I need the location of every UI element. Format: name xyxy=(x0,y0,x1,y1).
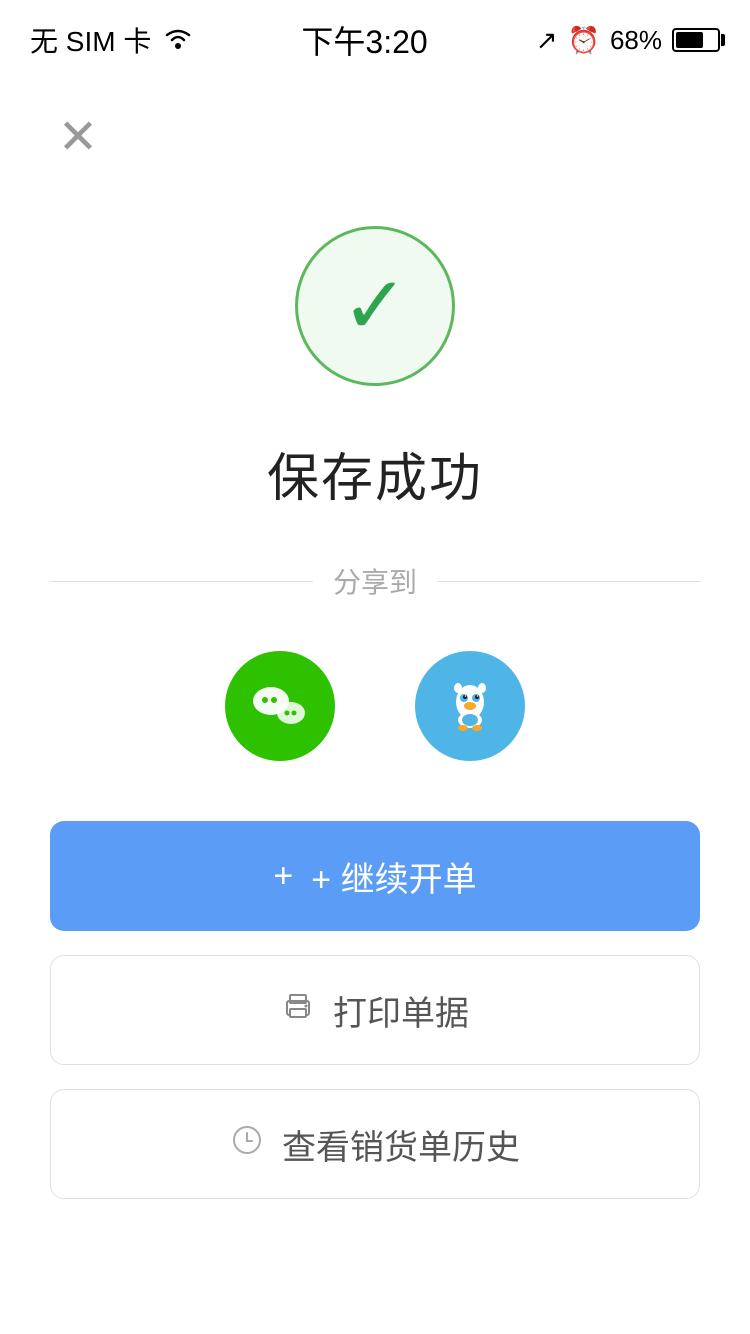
action-buttons: + + 继续开单 打印单据 查看销货单历史 xyxy=(50,821,700,1199)
print-button[interactable]: 打印单据 xyxy=(50,955,700,1065)
plus-icon: + xyxy=(273,857,293,896)
history-label: 查看销货单历史 xyxy=(282,1120,520,1169)
divider-right xyxy=(437,581,700,582)
close-icon: ✕ xyxy=(58,114,98,162)
wechat-icon xyxy=(247,673,313,739)
print-label: 打印单据 xyxy=(333,986,469,1035)
share-section: 分享到 xyxy=(50,561,700,761)
share-icons xyxy=(50,651,700,761)
close-button[interactable]: ✕ xyxy=(50,110,106,166)
qq-share-button[interactable] xyxy=(415,651,525,761)
history-button[interactable]: 查看销货单历史 xyxy=(50,1089,700,1199)
status-bar: 无 SIM 卡 下午3:20 ↗ ⏰ 68% xyxy=(0,0,750,80)
no-sim-label: 无 SIM 卡 xyxy=(30,20,151,60)
continue-order-label: + 继续开单 xyxy=(311,852,476,901)
continue-order-button[interactable]: + + 继续开单 xyxy=(50,821,700,931)
wifi-icon xyxy=(163,24,193,56)
battery-percent: 68% xyxy=(610,25,662,56)
status-right: ↗ ⏰ 68% xyxy=(536,25,720,56)
main-content: ✕ ✓ 保存成功 分享到 xyxy=(0,110,750,1199)
battery-icon xyxy=(672,28,720,52)
checkmark-icon: ✓ xyxy=(341,266,408,346)
success-title: 保存成功 xyxy=(267,436,483,511)
location-icon: ↗ xyxy=(536,25,558,56)
qq-icon xyxy=(440,676,500,736)
alarm-icon: ⏰ xyxy=(568,25,600,56)
wechat-share-button[interactable] xyxy=(225,651,335,761)
print-icon xyxy=(281,989,315,1032)
share-divider: 分享到 xyxy=(50,561,700,601)
success-section: ✓ 保存成功 xyxy=(50,226,700,511)
status-left: 无 SIM 卡 xyxy=(30,20,193,60)
success-circle: ✓ xyxy=(295,226,455,386)
history-icon xyxy=(230,1123,264,1166)
share-label: 分享到 xyxy=(333,561,417,601)
status-time: 下午3:20 xyxy=(301,17,427,63)
divider-left xyxy=(50,581,313,582)
